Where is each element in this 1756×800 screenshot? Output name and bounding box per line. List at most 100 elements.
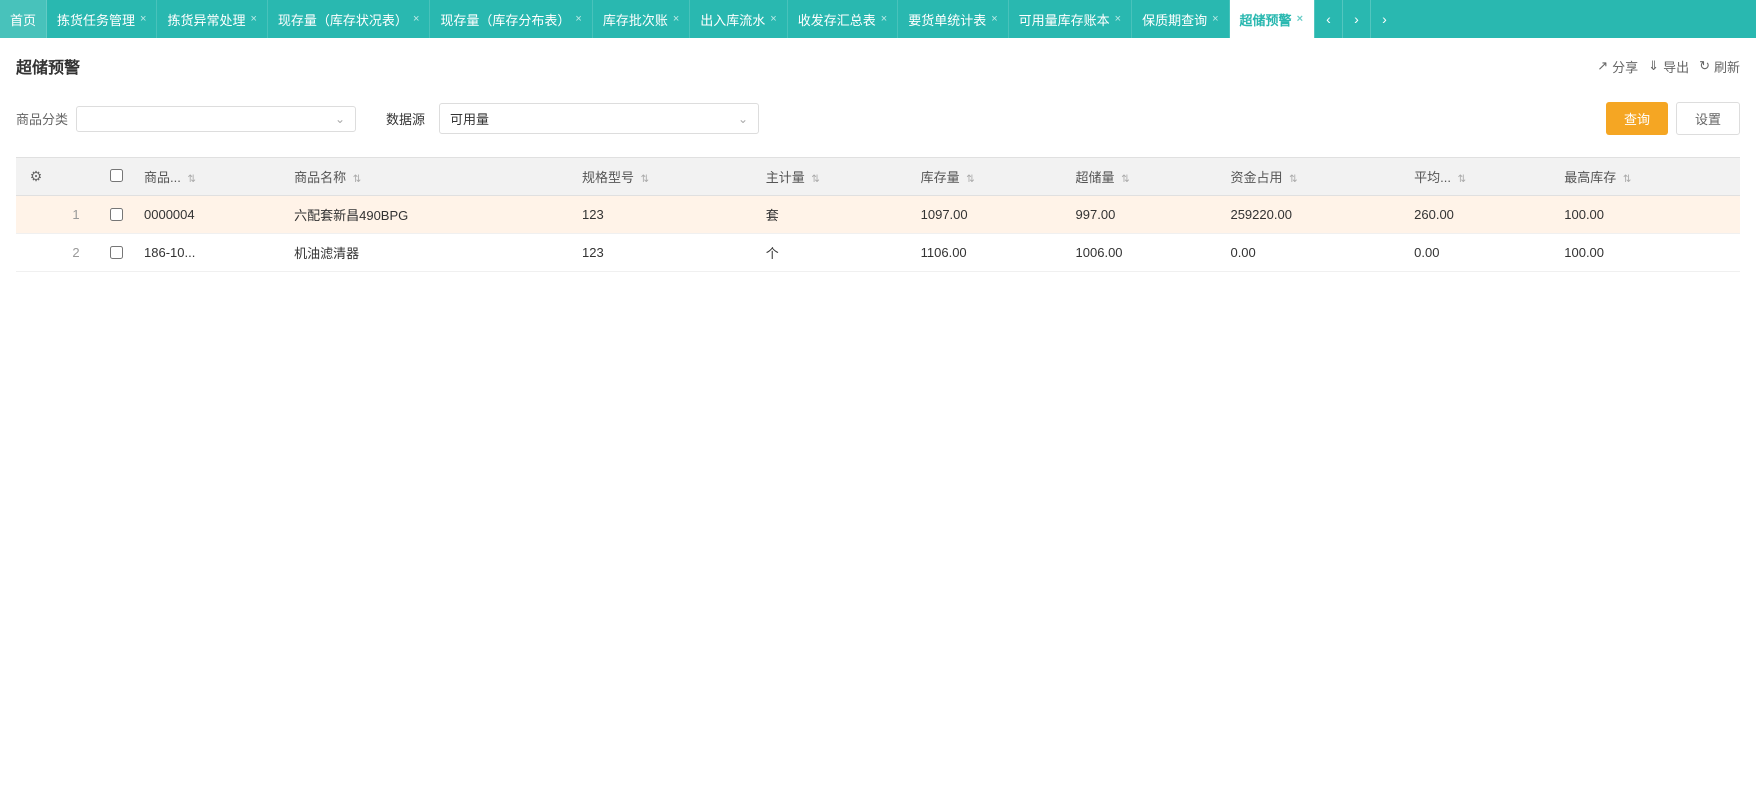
- nav-arrow-right[interactable]: ›: [1342, 0, 1370, 38]
- refresh-icon: ↻: [1699, 58, 1710, 74]
- nav-tab-collect-summary[interactable]: 收发存汇总表 ×: [788, 0, 898, 38]
- row-spec: 123: [574, 196, 758, 234]
- datasource-select[interactable]: 可用量 ⌄: [439, 103, 759, 134]
- col-header-product-code[interactable]: 商品... ⇅: [136, 158, 286, 196]
- chevron-down-icon: ⌄: [738, 112, 748, 126]
- row-checkbox[interactable]: [110, 208, 123, 221]
- query-button[interactable]: 查询: [1606, 102, 1668, 135]
- col-header-avg[interactable]: 平均... ⇅: [1406, 158, 1556, 196]
- col-header-stock-qty[interactable]: 库存量 ⇅: [913, 158, 1068, 196]
- export-icon: ⇓: [1648, 58, 1659, 74]
- table-header-row: ⚙ 商品... ⇅ 商品名称 ⇅ 规格型号 ⇅: [16, 158, 1740, 196]
- col-header-max-stock[interactable]: 最高库存 ⇅: [1556, 158, 1740, 196]
- close-icon[interactable]: ×: [1212, 13, 1218, 25]
- close-icon[interactable]: ×: [250, 13, 256, 25]
- col-header-capital[interactable]: 资金占用 ⇅: [1222, 158, 1406, 196]
- settings-button[interactable]: 设置: [1676, 102, 1740, 135]
- row-unit: 套: [758, 196, 913, 234]
- sort-icon: ⇅: [966, 174, 974, 185]
- row-max-stock: 100.00: [1556, 196, 1740, 234]
- top-navigation: 首页 拣货任务管理 × 拣货异常处理 × 现存量（库存状况表） × 现存量（库存…: [0, 0, 1756, 38]
- close-icon[interactable]: ×: [991, 13, 997, 25]
- row-settings-cell: [16, 196, 56, 234]
- close-icon[interactable]: ×: [575, 13, 581, 25]
- filter-buttons: 查询 设置: [1606, 102, 1740, 135]
- row-checkbox[interactable]: [110, 246, 123, 259]
- table-row: 2 186-10... 机油滤清器 123 个 1106.00 1006.00 …: [16, 234, 1740, 272]
- col-header-checkbox: [96, 158, 136, 196]
- row-stock-qty: 1097.00: [913, 196, 1068, 234]
- nav-tab-abnormal[interactable]: 拣货异常处理 ×: [157, 0, 267, 38]
- nav-tab-available-stock[interactable]: 可用量库存账本 ×: [1009, 0, 1132, 38]
- export-button[interactable]: ⇓ 导出: [1648, 57, 1689, 76]
- row-avg: 260.00: [1406, 196, 1556, 234]
- select-all-checkbox[interactable]: [110, 169, 123, 182]
- sort-icon: ⇅: [1623, 174, 1631, 185]
- refresh-button[interactable]: ↻ 刷新: [1699, 57, 1740, 76]
- close-icon[interactable]: ×: [770, 13, 776, 25]
- row-product-name: 机油滤清器: [286, 234, 574, 272]
- nav-tab-order-stats[interactable]: 要货单统计表 ×: [898, 0, 1008, 38]
- sort-icon: ⇅: [811, 174, 819, 185]
- nav-tab-stock-status[interactable]: 现存量（库存状况表） ×: [268, 0, 430, 38]
- sort-icon: ⇅: [187, 174, 195, 185]
- nav-tab-home[interactable]: 首页: [0, 0, 47, 38]
- sort-icon: ⇅: [641, 174, 649, 185]
- data-table: ⚙ 商品... ⇅ 商品名称 ⇅ 规格型号 ⇅: [16, 157, 1740, 272]
- nav-arrow-more[interactable]: ›: [1370, 0, 1398, 38]
- close-icon[interactable]: ×: [673, 13, 679, 25]
- nav-tab-batch[interactable]: 库存批次账 ×: [593, 0, 690, 38]
- filter-datasource: 数据源 可用量 ⌄: [386, 103, 759, 134]
- row-max-stock: 100.00: [1556, 234, 1740, 272]
- sort-icon: ⇅: [1458, 174, 1466, 185]
- row-product-name: 六配套新昌490BPG: [286, 196, 574, 234]
- header-actions: ↗ 分享 ⇓ 导出 ↻ 刷新: [1597, 57, 1740, 76]
- category-label: 商品分类: [16, 109, 68, 128]
- row-index: 2: [56, 234, 96, 272]
- nav-tab-overstock-warning[interactable]: 超储预警 ×: [1230, 0, 1314, 38]
- nav-tab-shelf-life[interactable]: 保质期查询 ×: [1132, 0, 1229, 38]
- table-row: 1 0000004 六配套新昌490BPG 123 套 1097.00 997.…: [16, 196, 1740, 234]
- row-settings-cell: [16, 234, 56, 272]
- row-unit: 个: [758, 234, 913, 272]
- col-header-unit[interactable]: 主计量 ⇅: [758, 158, 913, 196]
- close-icon[interactable]: ×: [881, 13, 887, 25]
- chevron-down-icon: ⌄: [335, 112, 345, 126]
- share-button[interactable]: ↗ 分享: [1597, 57, 1638, 76]
- row-product-code: 186-10...: [136, 234, 286, 272]
- datasource-label: 数据源: [386, 109, 425, 128]
- nav-tab-stock-dist[interactable]: 现存量（库存分布表） ×: [430, 0, 592, 38]
- category-select[interactable]: ⌄: [76, 106, 356, 132]
- sort-icon: ⇅: [353, 174, 361, 185]
- row-index: 1: [56, 196, 96, 234]
- row-avg: 0.00: [1406, 234, 1556, 272]
- page-container: 超储预警 ↗ 分享 ⇓ 导出 ↻ 刷新 商品分类 ⌄ 数据源: [0, 38, 1756, 800]
- datasource-value: 可用量: [450, 109, 489, 128]
- filter-category: 商品分类 ⌄: [16, 106, 356, 132]
- row-capital: 0.00: [1222, 234, 1406, 272]
- col-header-settings: ⚙: [16, 158, 56, 196]
- row-capital: 259220.00: [1222, 196, 1406, 234]
- row-checkbox-cell: [96, 234, 136, 272]
- page-title: 超储预警: [16, 54, 80, 78]
- nav-tab-inout-flow[interactable]: 出入库流水 ×: [690, 0, 787, 38]
- close-icon[interactable]: ×: [1297, 13, 1303, 25]
- row-overstock-qty: 1006.00: [1068, 234, 1223, 272]
- row-product-code: 0000004: [136, 196, 286, 234]
- close-icon[interactable]: ×: [140, 13, 146, 25]
- col-header-index: [56, 158, 96, 196]
- sort-icon: ⇅: [1289, 174, 1297, 185]
- close-icon[interactable]: ×: [1115, 13, 1121, 25]
- close-icon[interactable]: ×: [413, 13, 419, 25]
- share-icon: ↗: [1597, 58, 1608, 74]
- col-header-product-name[interactable]: 商品名称 ⇅: [286, 158, 574, 196]
- page-header: 超储预警 ↗ 分享 ⇓ 导出 ↻ 刷新: [16, 54, 1740, 78]
- row-stock-qty: 1106.00: [913, 234, 1068, 272]
- gear-icon[interactable]: ⚙: [30, 168, 43, 184]
- row-spec: 123: [574, 234, 758, 272]
- nav-arrow-left[interactable]: ‹: [1314, 0, 1342, 38]
- sort-icon: ⇅: [1121, 174, 1129, 185]
- col-header-spec[interactable]: 规格型号 ⇅: [574, 158, 758, 196]
- col-header-overstock-qty[interactable]: 超储量 ⇅: [1068, 158, 1223, 196]
- nav-tab-task-mgmt[interactable]: 拣货任务管理 ×: [47, 0, 157, 38]
